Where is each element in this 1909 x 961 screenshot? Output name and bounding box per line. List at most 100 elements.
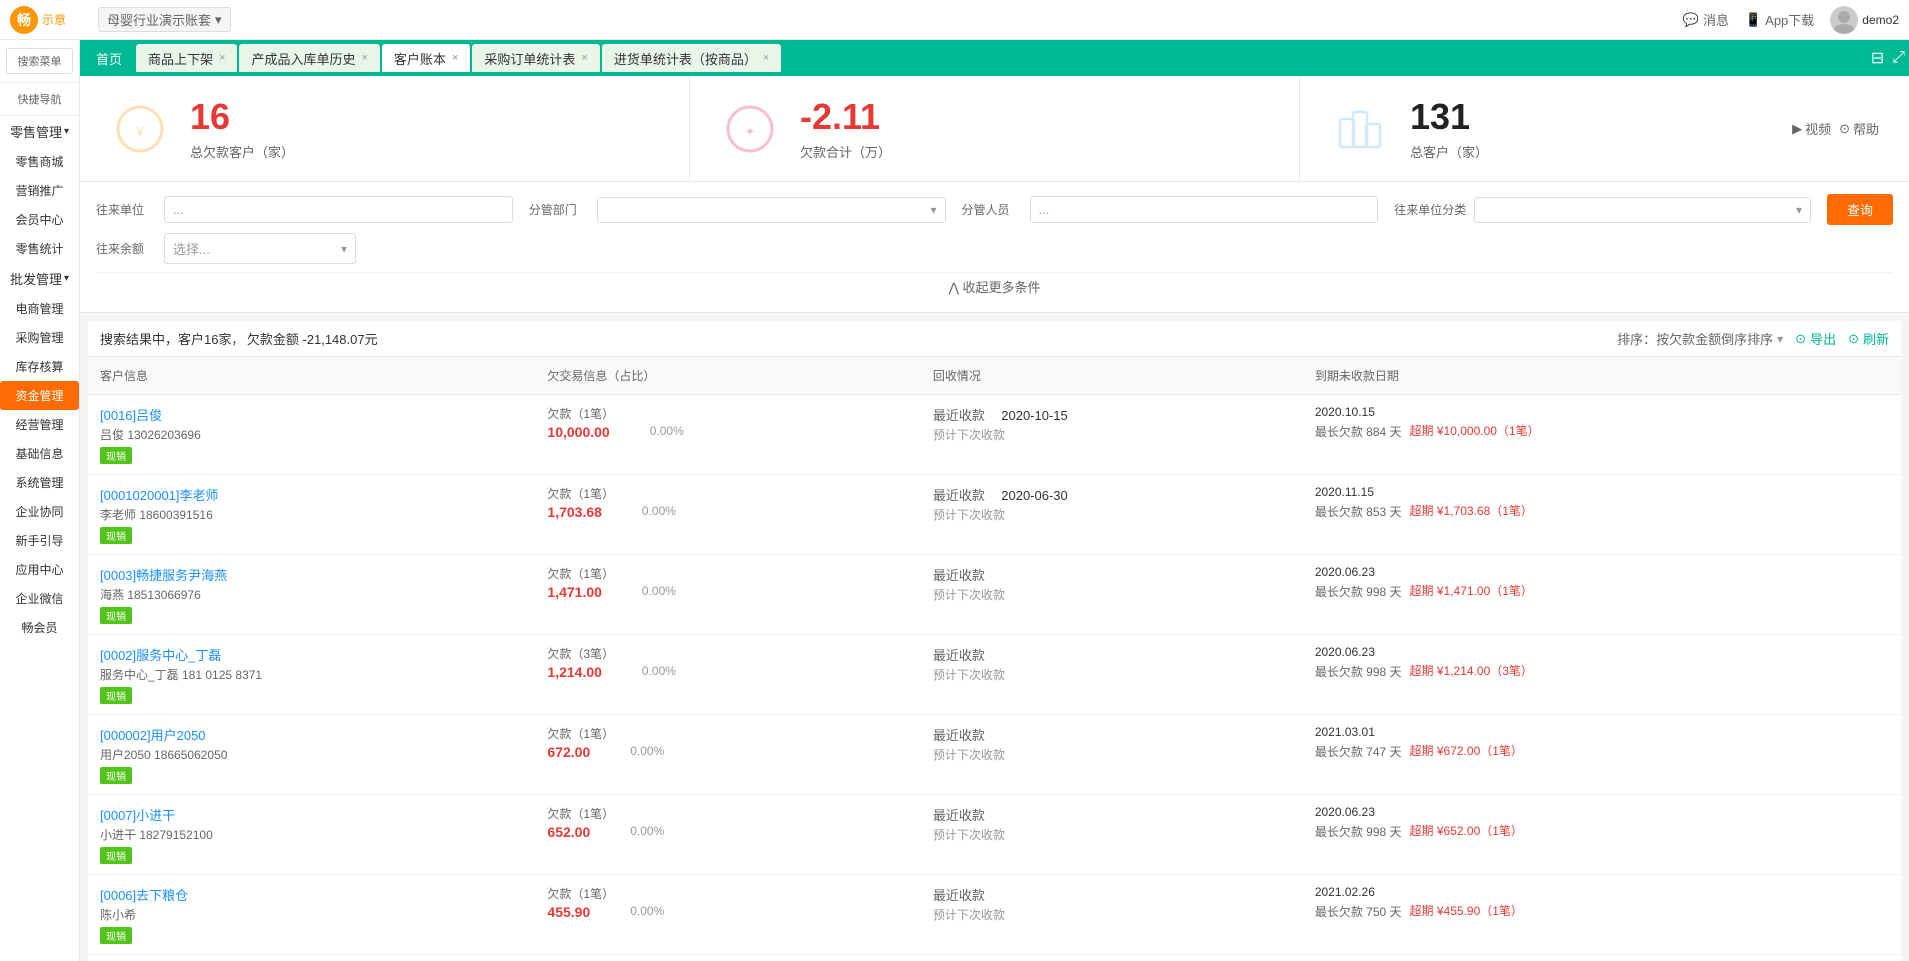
sidebar-item-newbie[interactable]: 新手引导 — [0, 526, 79, 555]
balance-dropdown-icon: ▾ — [341, 242, 347, 256]
source-unit-input[interactable]: ... — [164, 196, 513, 223]
tab-minimize-icon[interactable]: ⊟ — [1871, 48, 1884, 68]
tab-purchase-order[interactable]: 采购订单统计表 × — [472, 44, 599, 72]
debtors-label: 总欠款客户（家） — [190, 142, 294, 161]
sort-select[interactable]: 排序：按欠款金额倒序排序 ▾ — [1617, 329, 1783, 348]
next-collection: 预计下次收款 — [933, 506, 1291, 523]
manager-input[interactable]: ... — [1030, 196, 1379, 223]
refresh-btn[interactable]: ⊙ 刷新 — [1848, 329, 1889, 348]
collection-cell: 最近收款 2020-10-15 预计下次收款 — [921, 395, 1303, 475]
due-date: 2020.06.23 — [1315, 565, 1889, 579]
search-button[interactable]: 查询 — [1827, 194, 1893, 225]
sidebar-item-vip[interactable]: 畅会员 — [0, 613, 79, 642]
top-right-actions: 💬 消息 📱 App下载 demo2 — [1683, 6, 1899, 34]
sidebar-item-retail-mgmt[interactable]: 零售管理▾ — [0, 116, 79, 147]
sidebar-item-quick-nav[interactable]: 快捷导航 — [0, 83, 79, 116]
overdue-amount-link[interactable]: 超期 ¥1,703.68（1笔） — [1410, 502, 1533, 519]
industry-select[interactable]: 母婴行业演示账套 ▾ — [98, 7, 231, 32]
search-menu-btn[interactable]: 搜索菜单 — [6, 48, 73, 74]
last-collection: 最近收款 — [933, 725, 1291, 744]
message-btn[interactable]: 💬 消息 — [1683, 10, 1729, 29]
stat-card-debtors: ¥ 16 总欠款客户（家） — [80, 76, 690, 181]
tab-bar: 首页 商品上下架 × 产成品入库单历史 × 客户账本 × 采购订单统计表 × — [80, 40, 1909, 76]
tab-close-customer-account[interactable]: × — [452, 52, 458, 64]
sidebar-item-app-center[interactable]: 应用中心 — [0, 555, 79, 584]
customer-id-link[interactable]: [000002]用户2050 — [100, 725, 523, 744]
chevron-up-icon: ⋀ — [948, 280, 959, 295]
sidebar-item-marketing[interactable]: 营销推广 — [0, 176, 79, 205]
logo-icon: 畅 — [10, 6, 38, 34]
stat-content-total: 131 总客户（家） — [1410, 96, 1488, 161]
overdue-days: 最长欠款 884 天 — [1315, 423, 1402, 440]
sidebar-item-ecommerce[interactable]: 电商管理 — [0, 294, 79, 323]
last-collection: 最近收款 — [933, 645, 1291, 664]
customer-id-link[interactable]: [0001020001]李老师 — [100, 485, 523, 504]
customer-info-cell: [0001020001]李老师 李老师 18600391516 现销 — [88, 475, 535, 555]
sidebar-item-finance[interactable]: 资金管理 — [0, 381, 79, 410]
due-date: 2020.11.15 — [1315, 485, 1889, 499]
sidebar-item-system[interactable]: 系统管理 — [0, 468, 79, 497]
sidebar-item-enterprise[interactable]: 企业协同 — [0, 497, 79, 526]
dept-input[interactable]: ▾ — [597, 197, 946, 223]
balance-select[interactable]: 选择... ▾ — [164, 233, 356, 264]
overdue-amount-link[interactable]: 超期 ¥10,000.00（1笔） — [1410, 422, 1540, 439]
total-customers-icon — [1330, 99, 1390, 159]
customer-info-cell: [000001]黄思源 黄思源 13552700226 现销 — [88, 955, 535, 961]
export-btn[interactable]: ⊙ 导出 — [1795, 329, 1836, 348]
tab-customer-account[interactable]: 客户账本 × — [382, 44, 470, 72]
phone-icon: 📱 — [1745, 12, 1761, 28]
help-btn[interactable]: ⊙ 帮助 — [1839, 119, 1879, 138]
due-date-cell: 2020.06.23 最长欠款 998 天 超期 ¥1,214.00（3笔） — [1303, 635, 1901, 715]
video-btn[interactable]: ▶ 视频 — [1792, 119, 1831, 138]
sort-label: 排序：按欠款金额倒序排序 — [1617, 329, 1773, 348]
tab-bar-right: ⊟ ⤢ — [1871, 48, 1905, 68]
sidebar-item-retail-mall[interactable]: 零售商城 — [0, 147, 79, 176]
table-row: [0003]畅捷服务尹海燕 海燕 18513066976 现销 欠款（1笔） 1… — [88, 555, 1901, 635]
overdue-amount-link[interactable]: 超期 ¥455.90（1笔） — [1410, 902, 1523, 919]
sidebar-item-retail-stat[interactable]: 零售统计 — [0, 234, 79, 263]
user-menu[interactable]: demo2 — [1830, 6, 1899, 34]
sidebar-item-batch-mgmt[interactable]: 批发管理▾ — [0, 263, 79, 294]
overdue-amount-link[interactable]: 超期 ¥1,471.00（1笔） — [1410, 582, 1533, 599]
tab-close-purchase-order[interactable]: × — [581, 52, 587, 64]
customer-id-link[interactable]: [0007]小进干 — [100, 805, 523, 824]
overdue-amount-link[interactable]: 超期 ¥672.00（1笔） — [1410, 742, 1523, 759]
debt-info-cell: 欠款（1笔） 10,000.00 0.00% — [535, 395, 920, 475]
customer-phone: 李老师 18600391516 — [100, 506, 523, 523]
overdue-amount-link[interactable]: 超期 ¥652.00（1笔） — [1410, 822, 1523, 839]
app-download-btn[interactable]: 📱 App下载 — [1745, 10, 1814, 29]
debt-amount: 652.00 — [547, 824, 590, 840]
customer-info-cell: [0002]服务中心_丁磊 服务中心_丁磊 181 0125 8371 现销 — [88, 635, 535, 715]
table-row: [000002]用户2050 用户2050 18665062050 现销 欠款（… — [88, 715, 1901, 795]
next-collection: 预计下次收款 — [933, 826, 1291, 843]
customer-id-link[interactable]: [0002]服务中心_丁磊 — [100, 645, 523, 664]
debt-amount-label: 欠款合计（万） — [800, 142, 891, 161]
tab-maximize-icon[interactable]: ⤢ — [1892, 49, 1905, 67]
sidebar-item-purchase[interactable]: 采购管理 — [0, 323, 79, 352]
debt-amount: 455.90 — [547, 904, 590, 920]
sidebar-item-operations[interactable]: 经营管理 — [0, 410, 79, 439]
collapse-filters-btn[interactable]: ⋀ 收起更多条件 — [96, 272, 1893, 300]
dept-dropdown-icon: ▾ — [930, 203, 936, 217]
debtors-icon: ¥ — [110, 99, 170, 159]
tab-close-product-history[interactable]: × — [361, 52, 367, 64]
tab-home[interactable]: 首页 — [84, 44, 134, 72]
sidebar-item-wechat[interactable]: 企业微信 — [0, 584, 79, 613]
sidebar-item-basic-info[interactable]: 基础信息 — [0, 439, 79, 468]
sidebar-item-member[interactable]: 会员中心 — [0, 205, 79, 234]
source-category-input[interactable]: ▾ — [1474, 197, 1811, 223]
customer-id-link[interactable]: [0003]畅捷服务尹海燕 — [100, 565, 523, 584]
customer-phone: 陈小希 — [100, 906, 523, 923]
tab-close-purchase-stat[interactable]: × — [763, 52, 769, 64]
tab-close-product-off[interactable]: × — [219, 52, 225, 64]
customer-id-link[interactable]: [0006]去下粮仓 — [100, 885, 523, 904]
customer-id-link[interactable]: [0016]吕俊 — [100, 405, 523, 424]
balance-label: 往来余额 — [96, 240, 156, 257]
overdue-amount-link[interactable]: 超期 ¥1,214.00（3笔） — [1410, 662, 1533, 679]
sidebar-item-inventory[interactable]: 库存核算 — [0, 352, 79, 381]
tab-product-off[interactable]: 商品上下架 × — [136, 44, 237, 72]
stat-content-debt: -2.11 欠款合计（万） — [800, 96, 891, 161]
tab-product-history[interactable]: 产成品入库单历史 × — [239, 44, 379, 72]
tab-purchase-stat[interactable]: 进货单统计表（按商品） × — [602, 44, 781, 72]
chevron-down-icon: ▾ — [64, 126, 69, 137]
